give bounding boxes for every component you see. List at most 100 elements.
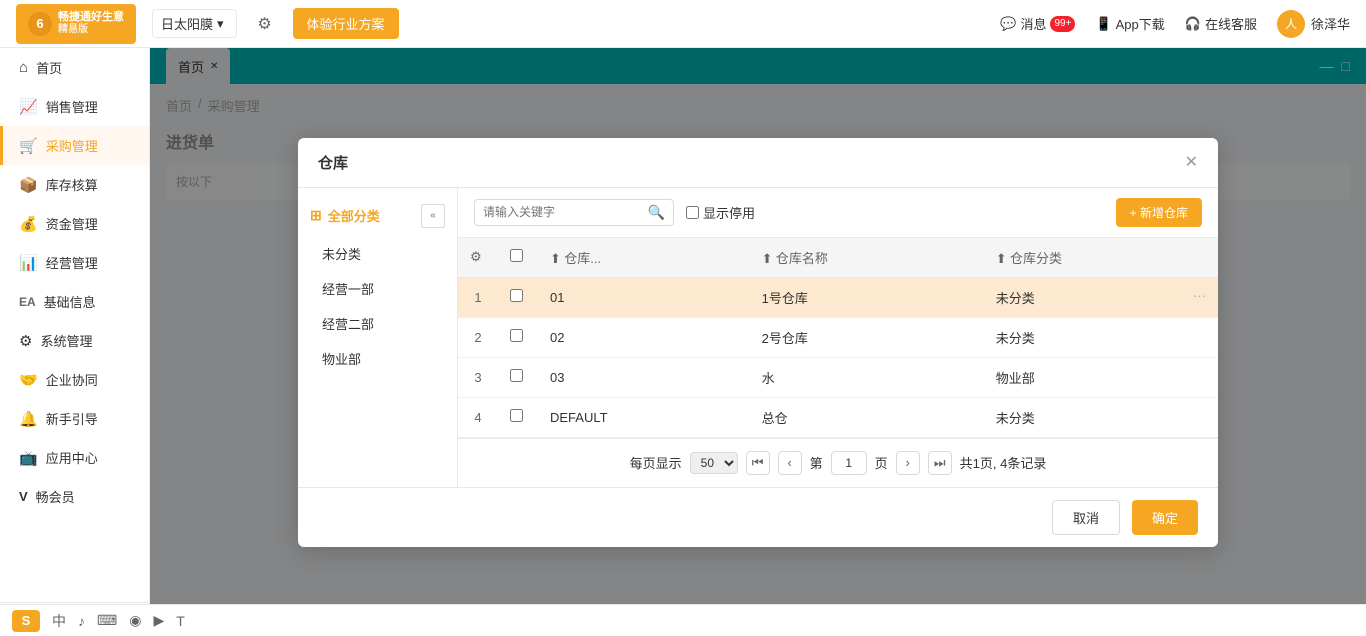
logo-icon: 6 [28, 12, 52, 36]
select-all-checkbox[interactable] [510, 249, 523, 262]
row-checkbox-4[interactable] [510, 409, 523, 422]
appcenter-icon: 📺 [19, 449, 38, 467]
finance-icon: 💰 [19, 215, 38, 233]
sidebar-label-home: 首页 [36, 58, 62, 77]
table-row[interactable]: 2 02 2号仓库 未分类 [458, 317, 1218, 357]
next-page-button[interactable]: › [896, 451, 920, 475]
system-icon: ⚙ [19, 332, 32, 350]
topbar-right: 💬 消息 99+ 📱 App下载 🎧 在线客服 人 徐泽华 [1000, 10, 1350, 38]
modal-header: 仓库 ✕ [298, 138, 1218, 188]
sidebar-item-enterprise[interactable]: 🤝 企业协同 [0, 360, 149, 399]
warehouse-toolbar: 🔍 显示停用 + 新增仓库 [458, 188, 1218, 238]
th-settings: ⚙ [458, 238, 498, 278]
online-service-label: 在线客服 [1205, 14, 1257, 33]
member-icon: V [19, 489, 28, 504]
main-layout: ⌂ 首页 📈 销售管理 🛒 采购管理 📦 库存核算 💰 资金管理 📊 经营管理 … [0, 48, 1366, 636]
grid-icon: ⊞ [310, 207, 322, 224]
row-checkbox-3[interactable] [510, 369, 523, 382]
category-all[interactable]: ⊞ 全部分类 « [298, 196, 457, 236]
sidebar-item-operations[interactable]: 📊 经营管理 [0, 243, 149, 282]
category-item-ops2[interactable]: 经营二部 [298, 306, 457, 341]
modal-overlay: 仓库 ✕ ⊞ 全部分类 « 未分类 [150, 48, 1366, 636]
sidebar-item-inventory[interactable]: 📦 库存核算 [0, 165, 149, 204]
sidebar-item-home[interactable]: ⌂ 首页 [0, 48, 149, 87]
warehouse-table: ⚙ ⬆ 仓库... [458, 238, 1218, 438]
sidebar-item-finance[interactable]: 💰 资金管理 [0, 204, 149, 243]
page-input[interactable] [831, 451, 867, 475]
modal-close-icon[interactable]: ✕ [1185, 152, 1198, 172]
settings-icon[interactable]: ⚙ [249, 8, 281, 40]
chevron-down-icon: ▾ [217, 16, 224, 32]
taskbar-play-icon[interactable]: ▶ [153, 612, 164, 629]
user-avatar: 人 [1277, 10, 1305, 38]
cancel-button[interactable]: 取消 [1052, 500, 1120, 535]
taskbar-keyboard-icon[interactable]: ⌨ [97, 612, 117, 629]
message-label: 消息 [1020, 14, 1046, 33]
row-code-1: 01 [538, 277, 750, 317]
row-code-2: 02 [538, 317, 750, 357]
prev-page-button[interactable]: ‹ [778, 451, 802, 475]
table-row[interactable]: 3 03 水 物业部 [458, 357, 1218, 397]
row-category-1: 未分类 ··· [984, 277, 1218, 317]
per-page-select[interactable]: 50 [690, 452, 738, 474]
search-box: 🔍 [474, 199, 674, 226]
category-item-property[interactable]: 物业部 [298, 341, 457, 376]
th-name: ⬆ 仓库名称 [750, 238, 984, 278]
first-page-button[interactable]: ⏮ [746, 451, 770, 475]
search-input[interactable] [483, 205, 648, 219]
operations-icon: 📊 [19, 254, 38, 272]
add-warehouse-button[interactable]: + 新增仓库 [1116, 198, 1202, 227]
message-icon: 💬 [1000, 16, 1016, 32]
category-all-label: 全部分类 [328, 206, 380, 225]
row-check-3 [498, 357, 538, 397]
row-name-2: 2号仓库 [750, 317, 984, 357]
enterprise-icon: 🤝 [19, 371, 38, 389]
trial-button[interactable]: 体验行业方案 [293, 8, 399, 39]
message-badge: 99+ [1050, 16, 1075, 32]
show-disabled-label: 显示停用 [703, 203, 755, 222]
sidebar-item-purchase[interactable]: 🛒 采购管理 [0, 126, 149, 165]
modal-body: ⊞ 全部分类 « 未分类 经营一部 经营二部 [298, 188, 1218, 487]
sidebar-item-guide[interactable]: 🔔 新手引导 [0, 399, 149, 438]
sidebar-label-finance: 资金管理 [46, 214, 98, 233]
sidebar-item-basics[interactable]: EA 基础信息 [0, 282, 149, 321]
category-collapse-btn[interactable]: « [421, 204, 445, 228]
warehouse-data-table: ⚙ ⬆ 仓库... [458, 238, 1218, 438]
user-menu[interactable]: 人 徐泽华 [1277, 10, 1350, 38]
category-panel: ⊞ 全部分类 « 未分类 经营一部 经营二部 [298, 188, 458, 487]
app-sub: 精易版 [58, 24, 124, 36]
category-item-ops1[interactable]: 经营一部 [298, 271, 457, 306]
company-selector[interactable]: 日太阳膜 ▾ [152, 9, 237, 38]
row-check-4 [498, 397, 538, 437]
confirm-button[interactable]: 确定 [1132, 500, 1198, 535]
last-page-button[interactable]: ⏭ [928, 451, 952, 475]
sidebar-label-guide: 新手引导 [46, 409, 98, 428]
table-body: 1 01 1号仓库 未分类 ··· [458, 277, 1218, 437]
pagination: 每页显示 50 ⏮ ‹ 第 页 › ⏭ 共1页, 4条记录 [458, 438, 1218, 487]
table-row[interactable]: 1 01 1号仓库 未分类 ··· [458, 277, 1218, 317]
taskbar-music-icon[interactable]: ♪ [78, 613, 85, 629]
sidebar-item-appcenter[interactable]: 📺 应用中心 [0, 438, 149, 477]
online-service-button[interactable]: 🎧 在线客服 [1185, 14, 1257, 33]
app-download-button[interactable]: 📱 App下载 [1095, 14, 1164, 33]
taskbar-text-icon[interactable]: T [176, 613, 185, 629]
row-checkbox-1[interactable] [510, 289, 523, 302]
more-dots-1[interactable]: ··· [1193, 288, 1206, 303]
taskbar-record-icon[interactable]: ◉ [129, 612, 141, 629]
sidebar-item-sales[interactable]: 📈 销售管理 [0, 87, 149, 126]
table-header: ⚙ ⬆ 仓库... [458, 238, 1218, 278]
show-disabled-toggle[interactable] [686, 206, 699, 219]
sidebar-label-member: 畅会员 [36, 487, 75, 506]
message-button[interactable]: 💬 消息 99+ [1000, 14, 1075, 33]
row-checkbox-2[interactable] [510, 329, 523, 342]
taskbar-zh-icon[interactable]: 中 [52, 611, 66, 631]
category-item-unclassified[interactable]: 未分类 [298, 236, 457, 271]
table-row[interactable]: 4 DEFAULT 总仓 未分类 [458, 397, 1218, 437]
sidebar-label-appcenter: 应用中心 [46, 448, 98, 467]
sidebar-item-system[interactable]: ⚙ 系统管理 [0, 321, 149, 360]
sidebar-item-member[interactable]: V 畅会员 [0, 477, 149, 516]
sidebar-label-system: 系统管理 [40, 331, 92, 350]
row-code-3: 03 [538, 357, 750, 397]
search-icon[interactable]: 🔍 [648, 204, 665, 221]
show-disabled-checkbox[interactable]: 显示停用 [686, 203, 755, 222]
